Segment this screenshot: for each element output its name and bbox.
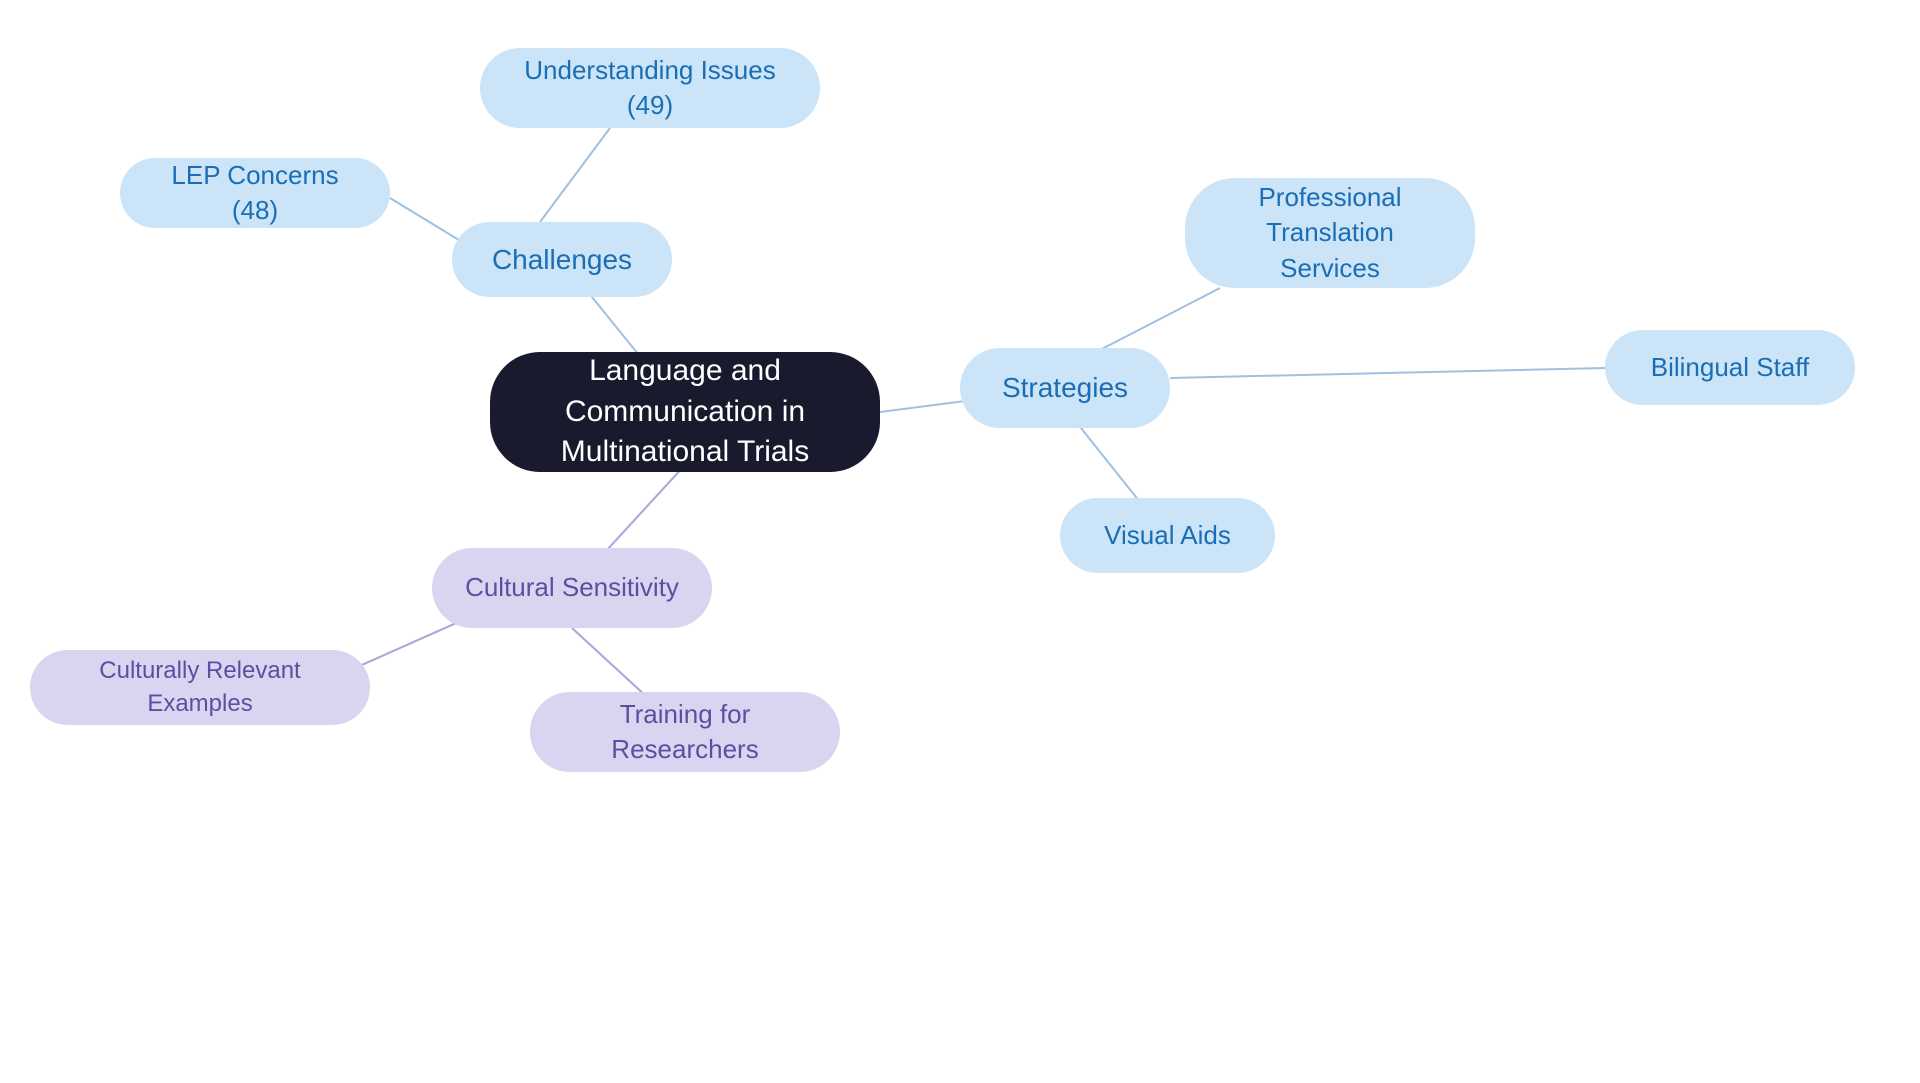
node-lep-concerns: LEP Concerns (48) xyxy=(120,158,390,228)
node-professional-translation: Professional Translation Services xyxy=(1185,178,1475,288)
node-visual-aids: Visual Aids xyxy=(1060,498,1275,573)
node-cultural-sensitivity: Cultural Sensitivity xyxy=(432,548,712,628)
node-training-for-researchers: Training for Researchers xyxy=(530,692,840,772)
node-bilingual-staff: Bilingual Staff xyxy=(1605,330,1855,405)
node-challenges: Challenges xyxy=(452,222,672,297)
node-understanding-issues: Understanding Issues (49) xyxy=(480,48,820,128)
node-culturally-relevant-examples: Culturally Relevant Examples xyxy=(30,650,370,725)
node-center: Language and Communication in Multinatio… xyxy=(490,352,880,472)
node-strategies: Strategies xyxy=(960,348,1170,428)
